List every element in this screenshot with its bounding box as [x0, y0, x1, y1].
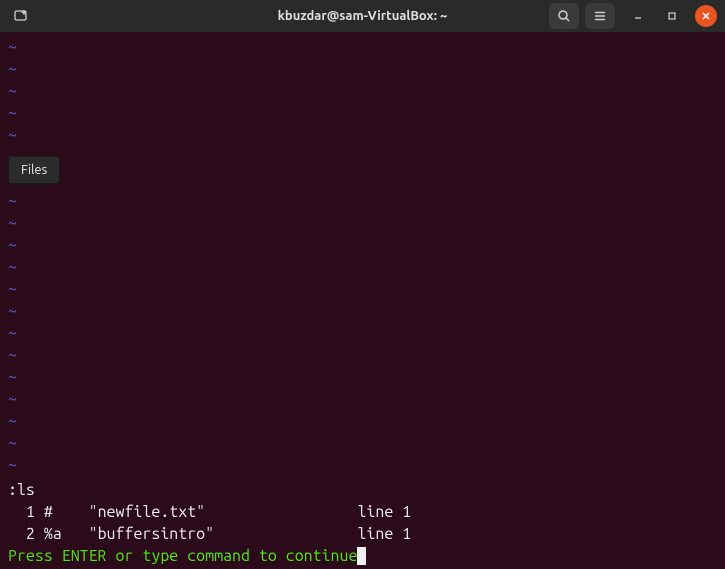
- vim-buffer-entry: 2 %a "buffersintro" line 1: [8, 523, 717, 545]
- vim-tilde-line: ~: [8, 322, 717, 344]
- vim-tilde-line: ~: [8, 124, 717, 146]
- vim-buffer-entry: 1 # "newfile.txt" line 1: [8, 501, 717, 523]
- vim-tilde-line: ~: [8, 146, 717, 168]
- vim-tilde-line: ~: [8, 168, 717, 190]
- vim-tilde-line: ~: [8, 432, 717, 454]
- vim-command-area: :ls 1 # "newfile.txt" line 1 2 %a "buffe…: [8, 479, 717, 567]
- vim-buffer-list: 1 # "newfile.txt" line 1 2 %a "buffersin…: [8, 501, 717, 545]
- titlebar-left-group: [8, 4, 34, 28]
- vim-tilde-line: ~: [8, 278, 717, 300]
- vim-tilde-line: ~: [8, 36, 717, 58]
- vim-tilde-line: ~: [8, 212, 717, 234]
- window-titlebar: kbuzdar@sam-VirtualBox: ~: [0, 0, 725, 32]
- vim-tilde-line: ~: [8, 190, 717, 212]
- vim-tilde-line: ~: [8, 366, 717, 388]
- vim-prompt-text: Press ENTER or type command to continue: [8, 545, 357, 567]
- minimize-icon: [633, 11, 643, 21]
- vim-tilde-line: ~: [8, 80, 717, 102]
- window-title: kbuzdar@sam-VirtualBox: ~: [278, 9, 448, 23]
- new-tab-button[interactable]: [8, 4, 34, 28]
- titlebar-right-group: [549, 3, 717, 29]
- vim-empty-lines: ~~~~~~~~~~~~~~~~~~~~: [8, 36, 717, 476]
- vim-tilde-line: ~: [8, 300, 717, 322]
- vim-tilde-line: ~: [8, 344, 717, 366]
- vim-tilde-line: ~: [8, 454, 717, 476]
- minimize-button[interactable]: [627, 5, 649, 27]
- maximize-icon: [667, 11, 677, 21]
- vim-tilde-line: ~: [8, 410, 717, 432]
- vim-prompt-line: Press ENTER or type command to continue: [8, 545, 717, 567]
- vim-command-line: :ls: [8, 479, 717, 501]
- vim-tilde-line: ~: [8, 388, 717, 410]
- vim-tilde-line: ~: [8, 102, 717, 124]
- new-tab-icon: [13, 8, 29, 24]
- search-icon: [557, 9, 571, 23]
- search-button[interactable]: [549, 3, 579, 29]
- menu-button[interactable]: [585, 3, 615, 29]
- files-tooltip: Files: [8, 156, 60, 184]
- close-icon: [701, 11, 711, 21]
- terminal-content[interactable]: ~~~~~~~~~~~~~~~~~~~~ :ls 1 # "newfile.tx…: [0, 32, 725, 569]
- vim-tilde-line: ~: [8, 234, 717, 256]
- cursor: [357, 547, 366, 565]
- maximize-button[interactable]: [661, 5, 683, 27]
- hamburger-icon: [593, 9, 607, 23]
- close-button[interactable]: [695, 5, 717, 27]
- vim-tilde-line: ~: [8, 58, 717, 80]
- vim-tilde-line: ~: [8, 256, 717, 278]
